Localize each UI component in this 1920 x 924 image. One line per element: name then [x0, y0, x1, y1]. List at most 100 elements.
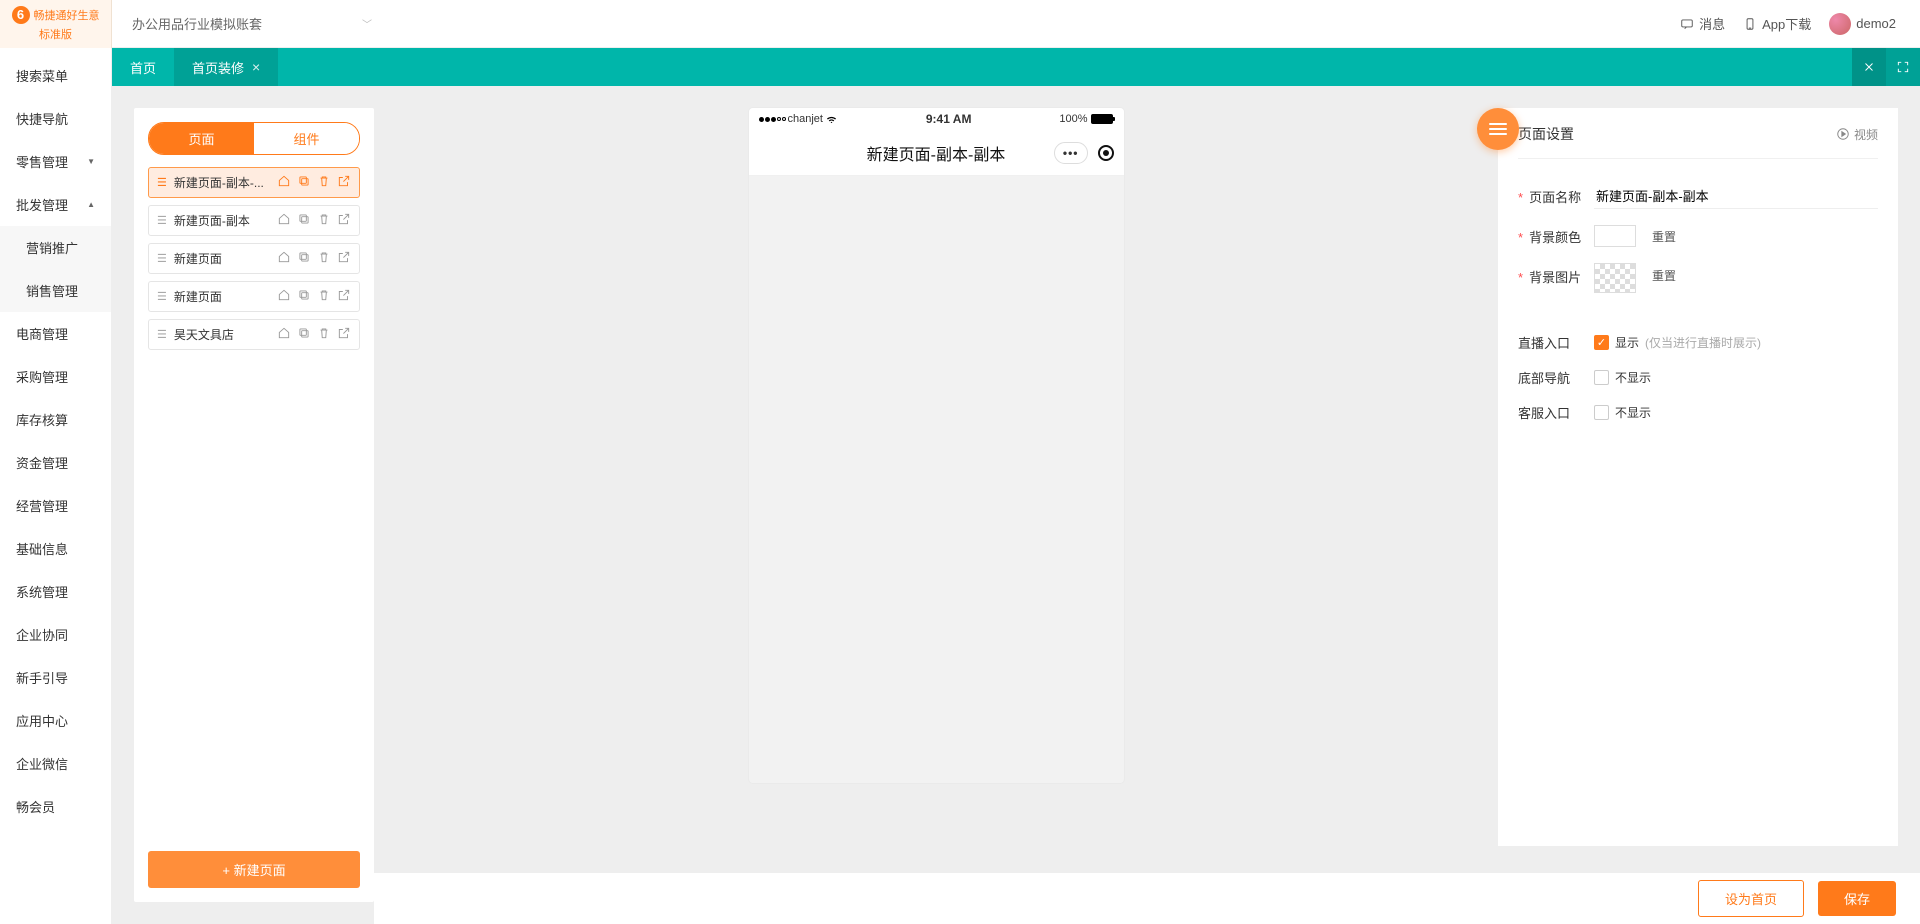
hamburger-icon [1489, 128, 1507, 130]
save-button[interactable]: 保存 [1818, 881, 1896, 916]
collapse-panel-button[interactable] [1477, 108, 1519, 150]
page-list-item[interactable]: ☰新建页面 [148, 243, 360, 274]
sidebar-item-label: 批发管理 [16, 195, 68, 214]
delete-icon[interactable] [317, 326, 331, 343]
new-page-button[interactable]: + 新建页面 [148, 851, 360, 888]
share-icon[interactable] [337, 174, 351, 191]
video-link[interactable]: 视频 [1836, 126, 1878, 143]
close-icon[interactable]: × [252, 59, 260, 75]
segment-component[interactable]: 组件 [254, 123, 359, 154]
settings-panel: 页面设置 视频 *页面名称 *背景颜色 重置 *背景图片 重置 [1498, 108, 1898, 846]
panel-segment: 页面 组件 [148, 122, 360, 155]
checkbox-unchecked-icon [1594, 370, 1609, 385]
sidebar-subitem[interactable]: 营销推广 [0, 226, 111, 269]
home-icon[interactable] [277, 288, 291, 305]
page-list-item[interactable]: ☰新建页面-副本 [148, 205, 360, 236]
logo[interactable]: 6 畅捷通好生意 标准版 [0, 0, 112, 48]
user-menu[interactable]: demo2 [1829, 13, 1896, 35]
sidebar-item-label: 资金管理 [16, 453, 68, 472]
sidebar-item[interactable]: 批发管理▲ [0, 183, 111, 226]
phone-icon [1743, 17, 1757, 31]
logo-icon: 6 [12, 6, 30, 24]
tab-home[interactable]: 首页 [112, 48, 174, 86]
sidebar-item[interactable]: 企业协同 [0, 613, 111, 656]
miniapp-menu-button[interactable]: ••• [1054, 142, 1088, 164]
sidebar-item[interactable]: 快捷导航 [0, 97, 111, 140]
drag-handle-icon[interactable]: ☰ [157, 290, 166, 303]
share-icon[interactable] [337, 212, 351, 229]
drag-handle-icon[interactable]: ☰ [157, 252, 166, 265]
page-name-label: 新建页面 [174, 288, 269, 305]
delete-icon[interactable] [317, 212, 331, 229]
mobile-status-bar: chanjet 9:41 AM 100% [749, 108, 1124, 130]
canvas: chanjet 9:41 AM 100% 新建页面-副本-副本 ••• [374, 86, 1498, 924]
bg-color-reset[interactable]: 重置 [1652, 228, 1676, 245]
miniapp-close-button[interactable] [1098, 145, 1114, 161]
copy-icon[interactable] [297, 250, 311, 267]
delete-icon[interactable] [317, 288, 331, 305]
sidebar-item[interactable]: 电商管理 [0, 312, 111, 355]
drag-handle-icon[interactable]: ☰ [157, 328, 166, 341]
drag-handle-icon[interactable]: ☰ [157, 176, 166, 189]
copy-icon[interactable] [297, 288, 311, 305]
sidebar-item[interactable]: 畅会员 [0, 785, 111, 828]
signal-icon [759, 117, 786, 122]
share-icon[interactable] [337, 250, 351, 267]
tab-page-design[interactable]: 首页装修 × [174, 48, 278, 86]
tab-bar: 首页 首页装修 × [112, 48, 1920, 86]
user-name: demo2 [1856, 16, 1896, 31]
chat-icon [1680, 17, 1694, 31]
share-icon[interactable] [337, 288, 351, 305]
sidebar-item[interactable]: 库存核算 [0, 398, 111, 441]
sidebar-item[interactable]: 资金管理 [0, 441, 111, 484]
sidebar-subitem[interactable]: 销售管理 [0, 269, 111, 312]
sidebar-item[interactable]: 基础信息 [0, 527, 111, 570]
home-icon[interactable] [277, 326, 291, 343]
field-live-entry: 直播入口 ✓ 显示 (仅当进行直播时展示) [1518, 325, 1878, 360]
page-list-item[interactable]: ☰新建页面-副本-... [148, 167, 360, 198]
messages-link[interactable]: 消息 [1680, 14, 1725, 33]
sidebar-item[interactable]: 经营管理 [0, 484, 111, 527]
sidebar-item-label: 基础信息 [16, 539, 68, 558]
sidebar-item-label: 采购管理 [16, 367, 68, 386]
bg-image-reset[interactable]: 重置 [1652, 263, 1676, 284]
share-icon[interactable] [337, 326, 351, 343]
copy-icon[interactable] [297, 174, 311, 191]
bottom-nav-checkbox[interactable]: 不显示 [1594, 369, 1651, 386]
app-download-link[interactable]: App下载 [1743, 14, 1811, 33]
fullscreen-button[interactable] [1886, 48, 1920, 86]
chevron-down-icon: ▼ [87, 157, 95, 166]
service-checkbox[interactable]: 不显示 [1594, 404, 1651, 421]
copy-icon[interactable] [297, 326, 311, 343]
sidebar-item-label: 畅会员 [16, 797, 55, 816]
sidebar-item-label: 搜索菜单 [16, 66, 68, 85]
page-list-item[interactable]: ☰ 新建页面 [148, 281, 360, 312]
sidebar-item[interactable]: 系统管理 [0, 570, 111, 613]
mobile-nav-bar: 新建页面-副本-副本 ••• [749, 130, 1124, 176]
account-selector[interactable]: 办公用品行业模拟账套 ﹀ [132, 14, 372, 33]
copy-icon[interactable] [297, 212, 311, 229]
sidebar-item[interactable]: 新手引导 [0, 656, 111, 699]
sidebar-item[interactable]: 零售管理▼ [0, 140, 111, 183]
delete-icon[interactable] [317, 174, 331, 191]
segment-page[interactable]: 页面 [149, 123, 254, 154]
sidebar-item[interactable]: 采购管理 [0, 355, 111, 398]
home-icon[interactable] [277, 250, 291, 267]
home-icon[interactable] [277, 174, 291, 191]
bg-color-picker[interactable] [1594, 225, 1636, 247]
page-name-input[interactable] [1594, 183, 1878, 209]
expand-icon [1896, 60, 1910, 74]
logo-text: 畅捷通好生意 [34, 7, 100, 23]
close-tab-button[interactable] [1852, 48, 1886, 86]
sidebar-item[interactable]: 搜索菜单 [0, 54, 111, 97]
live-checkbox[interactable]: ✓ 显示 (仅当进行直播时展示) [1594, 334, 1761, 351]
set-home-button[interactable]: 设为首页 [1698, 880, 1804, 917]
bg-image-picker[interactable] [1594, 263, 1636, 293]
drag-handle-icon[interactable]: ☰ [157, 214, 166, 227]
home-icon[interactable] [277, 212, 291, 229]
sidebar-item[interactable]: 企业微信 [0, 742, 111, 785]
checkbox-unchecked-icon [1594, 405, 1609, 420]
sidebar-item[interactable]: 应用中心 [0, 699, 111, 742]
page-list-item[interactable]: ☰昊天文具店 [148, 319, 360, 350]
delete-icon[interactable] [317, 250, 331, 267]
